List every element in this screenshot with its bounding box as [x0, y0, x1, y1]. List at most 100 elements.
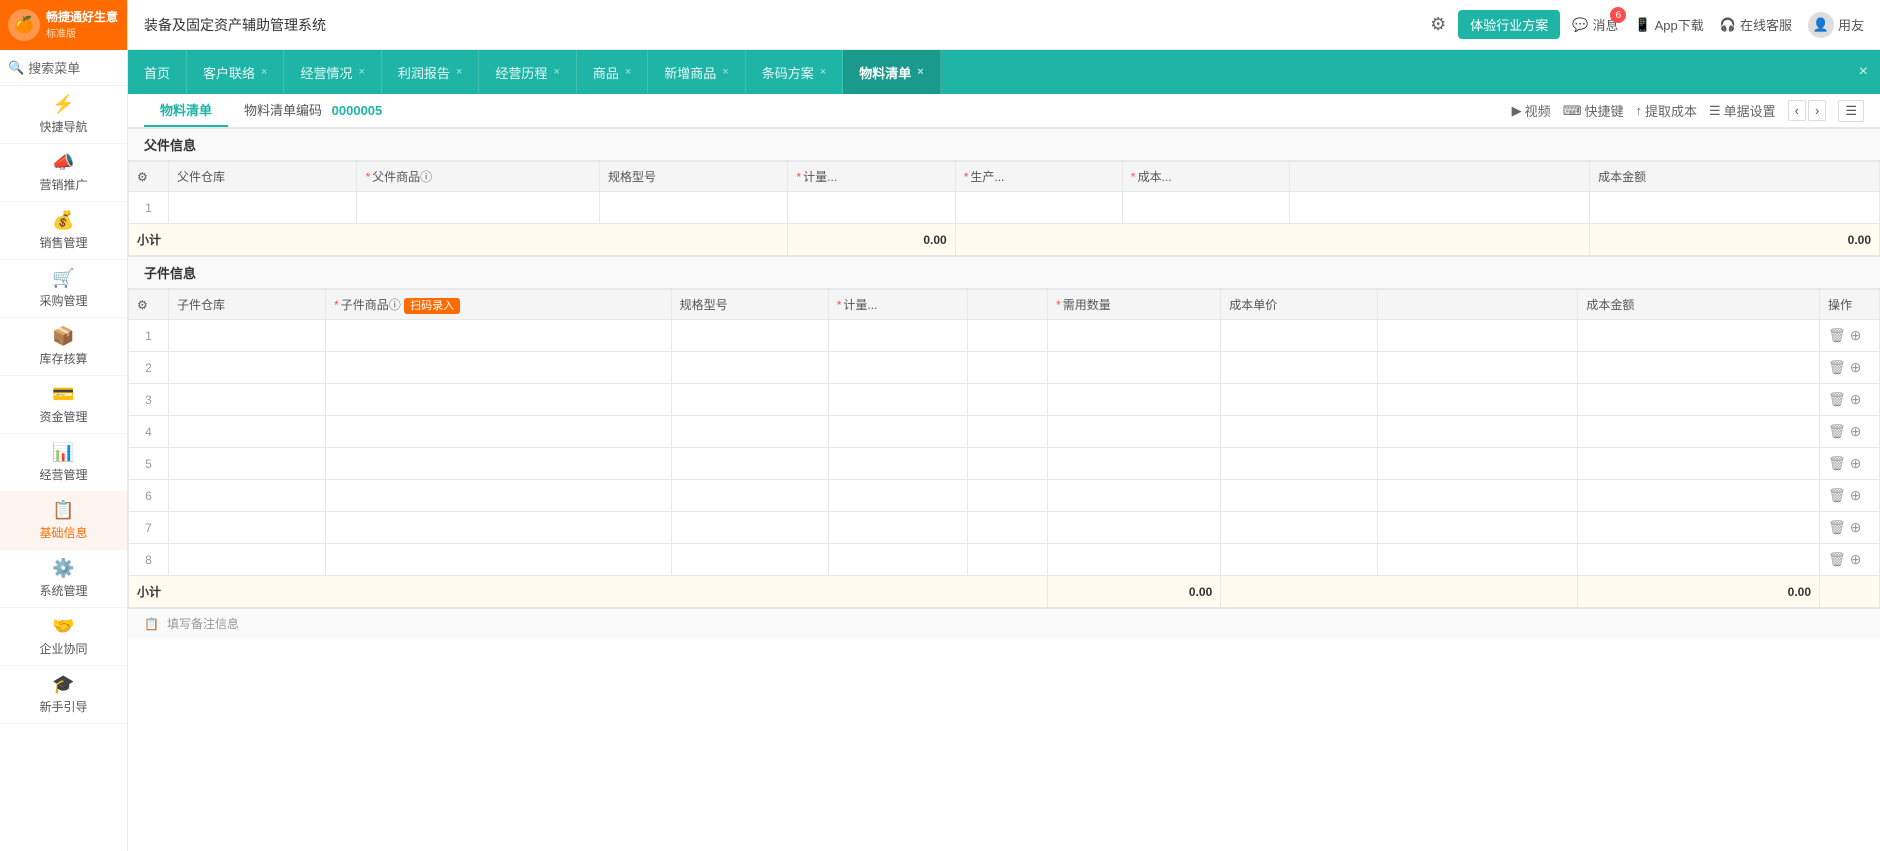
child-cell-unit-1[interactable]	[828, 320, 967, 352]
delete-icon-8[interactable]: 🗑	[1828, 551, 1846, 568]
delete-icon-2[interactable]: 🗑	[1828, 359, 1846, 376]
child-cell-goods-6[interactable]	[326, 480, 672, 512]
app-download-btn[interactable]: 📱 App下载	[1634, 15, 1703, 34]
child-cell-quantity-8[interactable]	[1048, 544, 1221, 576]
child-cell-unitcost-8[interactable]	[1221, 544, 1378, 576]
child-cell-unit-2[interactable]	[828, 352, 967, 384]
tab-bom[interactable]: 物料清单 ×	[843, 50, 940, 94]
prev-btn[interactable]: ‹	[1788, 100, 1806, 121]
delete-icon-3[interactable]: 🗑	[1828, 391, 1846, 408]
tab-profit-close[interactable]: ×	[456, 66, 462, 78]
sidebar-item-guide[interactable]: 🎓 新手引导	[0, 666, 127, 724]
child-cell-goods-4[interactable]	[326, 416, 672, 448]
parent-cell-goods-1[interactable]	[357, 192, 600, 224]
copy-icon-4[interactable]: ⊕	[1850, 423, 1862, 440]
sidebar-item-finance[interactable]: 💳 资金管理	[0, 376, 127, 434]
tab-home[interactable]: 首页	[128, 50, 187, 94]
tab-history-close[interactable]: ×	[553, 66, 559, 78]
child-cell-spec-4[interactable]	[671, 416, 828, 448]
user-area[interactable]: 👤 用友	[1808, 12, 1864, 38]
child-cell-unit-6[interactable]	[828, 480, 967, 512]
grid-view-btn[interactable]: ☰	[1838, 100, 1864, 122]
settings-icon[interactable]: ⚙	[1430, 14, 1446, 35]
copy-icon-7[interactable]: ⊕	[1850, 519, 1862, 536]
tab-customer-close[interactable]: ×	[261, 66, 267, 78]
delete-icon-4[interactable]: 🗑	[1828, 423, 1846, 440]
child-cell-unitcost-1[interactable]	[1221, 320, 1378, 352]
child-cell-unit-7[interactable]	[828, 512, 967, 544]
child-cell-spec-2[interactable]	[671, 352, 828, 384]
copy-icon-5[interactable]: ⊕	[1850, 455, 1862, 472]
message-btn[interactable]: 💬 6 消息	[1572, 15, 1618, 34]
delete-icon-5[interactable]: 🗑	[1828, 455, 1846, 472]
sidebar-item-purchase[interactable]: 🛒 采购管理	[0, 260, 127, 318]
search-menu-item[interactable]: 🔍 搜索菜单	[0, 50, 127, 86]
sidebar-item-system[interactable]: ⚙️ 系统管理	[0, 550, 127, 608]
tab-new-goods-close[interactable]: ×	[722, 66, 728, 78]
tab-barcode[interactable]: 条码方案 ×	[746, 50, 843, 94]
child-cell-spec-6[interactable]	[671, 480, 828, 512]
child-cell-spec-3[interactable]	[671, 384, 828, 416]
child-cell-goods-8[interactable]	[326, 544, 672, 576]
sidebar-item-operations[interactable]: 📊 经营管理	[0, 434, 127, 492]
child-cell-unitcost-5[interactable]	[1221, 448, 1378, 480]
child-cell-unitcost-2[interactable]	[1221, 352, 1378, 384]
child-cell-goods-5[interactable]	[326, 448, 672, 480]
shortcut-btn[interactable]: ⌨ 快捷键	[1563, 101, 1624, 120]
child-cell-warehouse-6[interactable]	[169, 480, 326, 512]
view-video-btn[interactable]: ▶ 视频	[1512, 101, 1551, 120]
copy-icon-2[interactable]: ⊕	[1850, 359, 1862, 376]
child-cell-spec-7[interactable]	[671, 512, 828, 544]
tab-profit[interactable]: 利润报告 ×	[382, 50, 479, 94]
copy-icon-1[interactable]: ⊕	[1850, 327, 1862, 344]
tab-new-goods[interactable]: 新增商品 ×	[648, 50, 745, 94]
parent-cell-production-1[interactable]	[955, 192, 1122, 224]
child-cell-warehouse-8[interactable]	[169, 544, 326, 576]
sidebar-item-collab[interactable]: 🤝 企业协同	[0, 608, 127, 666]
tab-customer[interactable]: 客户联络 ×	[187, 50, 284, 94]
child-cell-unit-3[interactable]	[828, 384, 967, 416]
child-cell-quantity-3[interactable]	[1048, 384, 1221, 416]
tab-bom-close[interactable]: ×	[917, 66, 923, 78]
scan-btn[interactable]: 扫码录入	[404, 298, 460, 314]
child-cell-warehouse-1[interactable]	[169, 320, 326, 352]
child-cell-goods-7[interactable]	[326, 512, 672, 544]
child-cell-warehouse-7[interactable]	[169, 512, 326, 544]
copy-icon-6[interactable]: ⊕	[1850, 487, 1862, 504]
child-cell-goods-1[interactable]	[326, 320, 672, 352]
child-cell-quantity-1[interactable]	[1048, 320, 1221, 352]
tab-history[interactable]: 经营历程 ×	[479, 50, 576, 94]
child-cell-unitcost-3[interactable]	[1221, 384, 1378, 416]
sidebar-item-marketing[interactable]: 📣 营销推广	[0, 144, 127, 202]
parent-cell-cost-1[interactable]	[1122, 192, 1289, 224]
child-cell-quantity-4[interactable]	[1048, 416, 1221, 448]
sidebar-item-sales[interactable]: 💰 销售管理	[0, 202, 127, 260]
child-cell-quantity-6[interactable]	[1048, 480, 1221, 512]
delete-icon-1[interactable]: 🗑	[1828, 327, 1846, 344]
child-cell-spec-5[interactable]	[671, 448, 828, 480]
delete-icon-7[interactable]: 🗑	[1828, 519, 1846, 536]
parent-cell-spec-1[interactable]	[600, 192, 788, 224]
parent-cell-unit-1[interactable]	[788, 192, 955, 224]
child-cell-unit-8[interactable]	[828, 544, 967, 576]
single-settings-btn[interactable]: ☰ 单据设置	[1709, 101, 1776, 120]
sidebar-item-basic-info[interactable]: 📋 基础信息	[0, 492, 127, 550]
close-all-tabs[interactable]: ×	[1847, 63, 1880, 81]
extract-cost-btn[interactable]: ↑ 提取成本	[1635, 101, 1697, 120]
parent-col-settings[interactable]: ⚙	[129, 162, 169, 192]
sidebar-item-inventory[interactable]: 📦 库存核算	[0, 318, 127, 376]
child-cell-spec-8[interactable]	[671, 544, 828, 576]
child-cell-unitcost-6[interactable]	[1221, 480, 1378, 512]
child-cell-unit-5[interactable]	[828, 448, 967, 480]
child-cell-unit-4[interactable]	[828, 416, 967, 448]
sidebar-item-quick-nav[interactable]: ⚡ 快捷导航	[0, 86, 127, 144]
child-cell-warehouse-4[interactable]	[169, 416, 326, 448]
next-btn[interactable]: ›	[1808, 100, 1826, 121]
child-cell-warehouse-3[interactable]	[169, 384, 326, 416]
child-cell-goods-3[interactable]	[326, 384, 672, 416]
child-cell-goods-2[interactable]	[326, 352, 672, 384]
trial-btn[interactable]: 体验行业方案	[1458, 10, 1560, 39]
child-cell-unitcost-7[interactable]	[1221, 512, 1378, 544]
tab-business[interactable]: 经营情况 ×	[284, 50, 381, 94]
online-service-btn[interactable]: 🎧 在线客服	[1720, 15, 1792, 34]
